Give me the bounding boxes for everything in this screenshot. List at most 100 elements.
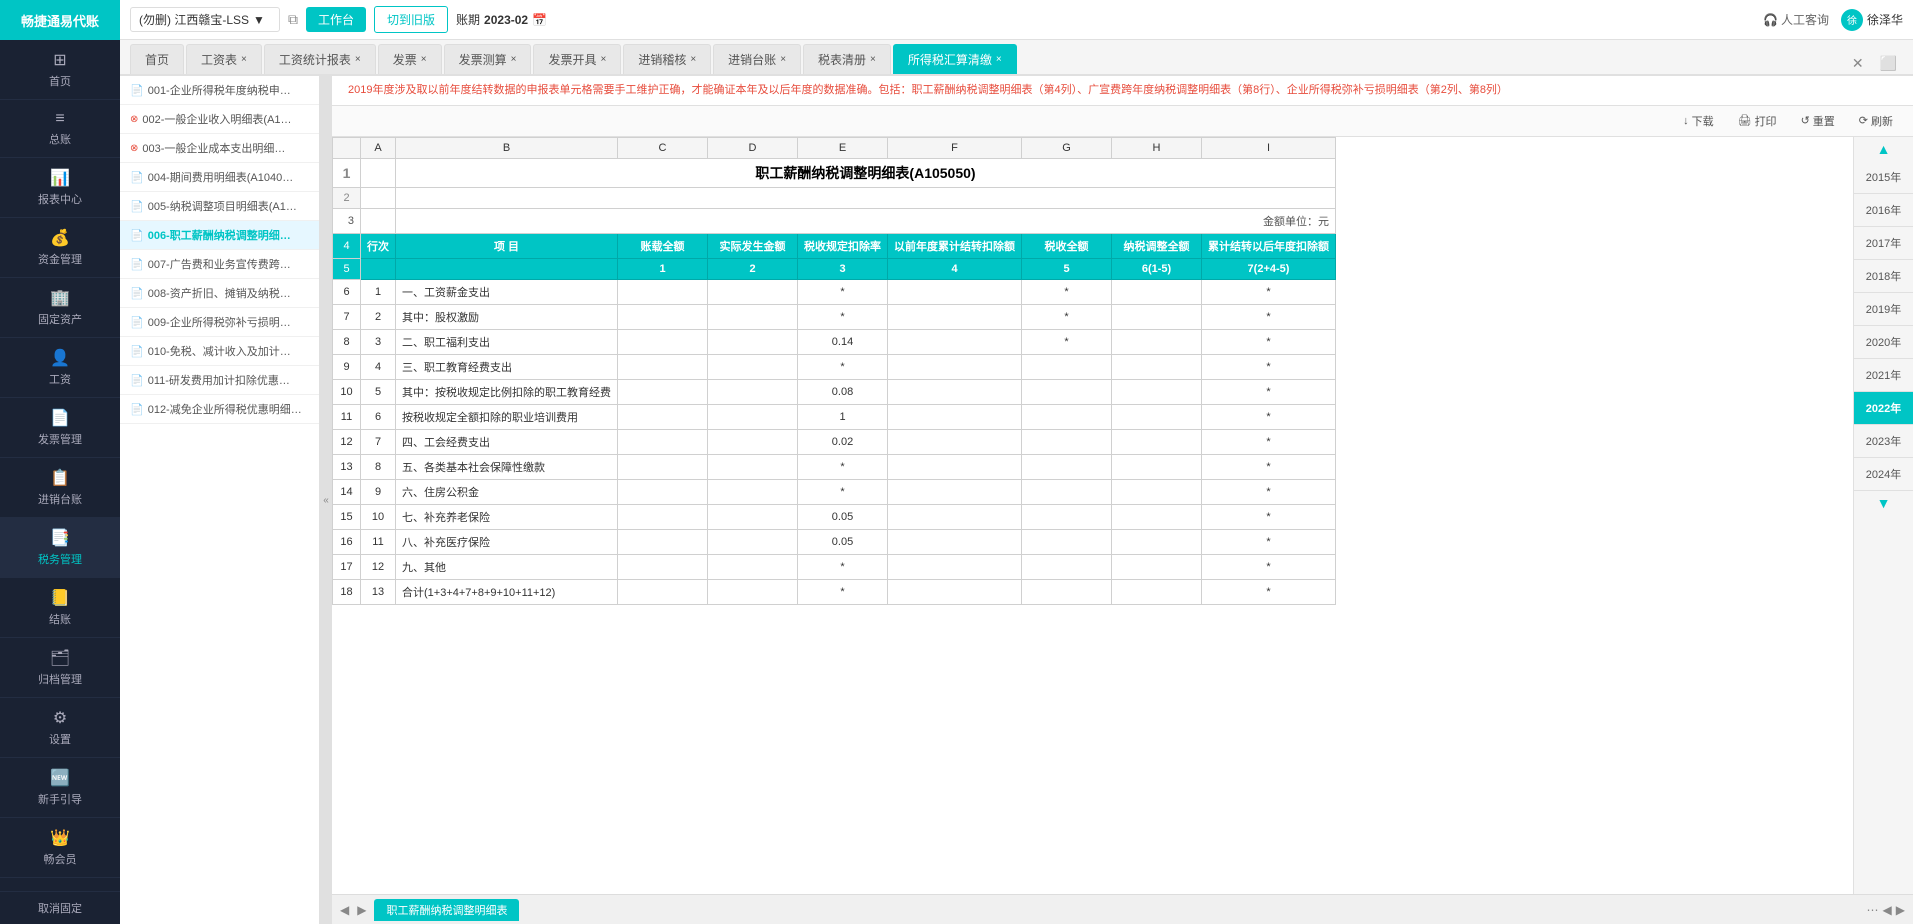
- file-tree-item-003[interactable]: ⊗ 003-一般企业成本支出明细…: [120, 134, 319, 163]
- tab-close-icon[interactable]: ×: [996, 54, 1002, 65]
- row-h-cell[interactable]: [1112, 404, 1202, 429]
- sidebar-item-invoice[interactable]: 📄 发票管理: [0, 398, 120, 458]
- year-item-2019[interactable]: 2019年: [1854, 293, 1913, 326]
- row-d-cell[interactable]: [708, 329, 798, 354]
- row-f-cell[interactable]: [888, 554, 1022, 579]
- copy-icon[interactable]: ⧉: [288, 11, 298, 28]
- sidebar-item-ledger[interactable]: ≡ 总账: [0, 100, 120, 158]
- file-tree-item-007[interactable]: 📄 007-广告费和业务宣传费跨…: [120, 250, 319, 279]
- row-h-cell[interactable]: [1112, 354, 1202, 379]
- sidebar-item-funds[interactable]: 💰 资金管理: [0, 218, 120, 278]
- year-scroll-up[interactable]: ▲: [1873, 137, 1895, 161]
- row-c-cell[interactable]: [618, 354, 708, 379]
- year-scroll-down[interactable]: ▼: [1873, 491, 1895, 515]
- row-d-cell[interactable]: [708, 379, 798, 404]
- tree-collapse-arrow[interactable]: «: [320, 76, 332, 924]
- sidebar-unpin[interactable]: 取消固定: [0, 891, 120, 924]
- tab-tax-table[interactable]: 税表清册 ×: [803, 44, 891, 74]
- row-c-cell[interactable]: [618, 404, 708, 429]
- row-h-cell[interactable]: [1112, 304, 1202, 329]
- row-d-cell[interactable]: [708, 404, 798, 429]
- sidebar-item-close-period[interactable]: 📒 结账: [0, 578, 120, 638]
- row-c-cell[interactable]: [618, 579, 708, 604]
- tab-close-icon[interactable]: ×: [241, 54, 247, 65]
- file-tree-item-002[interactable]: ⊗ 002-一般企业收入明细表(A1…: [120, 105, 319, 134]
- tab-close-icon[interactable]: ×: [600, 54, 606, 65]
- sidebar-item-archive[interactable]: 🗂 归档管理: [0, 638, 120, 698]
- sidebar-item-member[interactable]: 👑 畅会员: [0, 818, 120, 878]
- row-c-cell[interactable]: [618, 504, 708, 529]
- row-d-cell[interactable]: [708, 454, 798, 479]
- tab-purchase-ledger[interactable]: 进销台账 ×: [713, 44, 801, 74]
- row-f-cell[interactable]: [888, 404, 1022, 429]
- download-button[interactable]: ↓ 下载: [1675, 110, 1722, 132]
- sidebar-item-purchase-sales[interactable]: 📋 进销台账: [0, 458, 120, 518]
- file-tree-item-012[interactable]: 📄 012-减免企业所得税优惠明细…: [120, 395, 319, 424]
- row-d-cell[interactable]: [708, 354, 798, 379]
- tab-close-icon[interactable]: ×: [870, 54, 876, 65]
- sheet-scroll-right[interactable]: ▶: [1896, 903, 1905, 917]
- sidebar-item-payroll[interactable]: 👤 工资: [0, 338, 120, 398]
- row-c-cell[interactable]: [618, 454, 708, 479]
- row-c-cell[interactable]: [618, 329, 708, 354]
- year-item-2016[interactable]: 2016年: [1854, 194, 1913, 227]
- tab-close-icon[interactable]: ×: [780, 54, 786, 65]
- sheet-nav-next[interactable]: ▶: [357, 903, 366, 917]
- tab-invoice-issue[interactable]: 发票开具 ×: [533, 44, 621, 74]
- row-f-cell[interactable]: [888, 454, 1022, 479]
- row-c-cell[interactable]: [618, 529, 708, 554]
- row-d-cell[interactable]: [708, 579, 798, 604]
- file-tree-item-010[interactable]: 📄 010-免税、减计收入及加计…: [120, 337, 319, 366]
- year-item-2017[interactable]: 2017年: [1854, 227, 1913, 260]
- row-d-cell[interactable]: [708, 479, 798, 504]
- year-item-2020[interactable]: 2020年: [1854, 326, 1913, 359]
- tab-close-icon[interactable]: ×: [355, 54, 361, 65]
- row-f-cell[interactable]: [888, 304, 1022, 329]
- sidebar-item-settings[interactable]: ⚙ 设置: [0, 698, 120, 758]
- sheet-options-icon[interactable]: ⋯: [1867, 903, 1879, 917]
- tab-home[interactable]: 首页: [130, 44, 184, 74]
- tab-expand[interactable]: ⬜: [1874, 53, 1903, 74]
- row-f-cell[interactable]: [888, 329, 1022, 354]
- row-c-cell[interactable]: [618, 304, 708, 329]
- year-item-2021[interactable]: 2021年: [1854, 359, 1913, 392]
- year-item-2018[interactable]: 2018年: [1854, 260, 1913, 293]
- file-tree-item-008[interactable]: 📄 008-资产折旧、摊销及纳税…: [120, 279, 319, 308]
- tab-close-icon[interactable]: ×: [690, 54, 696, 65]
- row-c-cell[interactable]: [618, 429, 708, 454]
- switch-version-button[interactable]: 切到旧版: [374, 6, 448, 33]
- row-f-cell[interactable]: [888, 479, 1022, 504]
- company-selector[interactable]: (勿删) 江西赣宝-LSS ▼: [130, 7, 280, 32]
- reset-button[interactable]: ↺ 重置: [1793, 110, 1843, 132]
- row-f-cell[interactable]: [888, 354, 1022, 379]
- tab-invoice-calc[interactable]: 发票测算 ×: [444, 44, 532, 74]
- tab-payroll-stats[interactable]: 工资统计报表 ×: [264, 44, 376, 74]
- sheet-scroll-left[interactable]: ◀: [1883, 903, 1892, 917]
- row-c-cell[interactable]: [618, 479, 708, 504]
- row-h-cell[interactable]: [1112, 379, 1202, 404]
- row-d-cell[interactable]: [708, 529, 798, 554]
- row-h-cell[interactable]: [1112, 279, 1202, 304]
- tab-invoice[interactable]: 发票 ×: [378, 44, 442, 74]
- file-tree-item-001[interactable]: 📄 001-企业所得税年度纳税申…: [120, 76, 319, 105]
- tab-purchase-verify[interactable]: 进销稽核 ×: [623, 44, 711, 74]
- calendar-icon[interactable]: 📅: [532, 13, 547, 27]
- row-h-cell[interactable]: [1112, 479, 1202, 504]
- year-item-2015[interactable]: 2015年: [1854, 161, 1913, 194]
- tab-payroll[interactable]: 工资表 ×: [186, 44, 262, 74]
- sidebar-item-guide[interactable]: 🆕 新手引导: [0, 758, 120, 818]
- row-f-cell[interactable]: [888, 379, 1022, 404]
- row-d-cell[interactable]: [708, 304, 798, 329]
- year-item-2024[interactable]: 2024年: [1854, 458, 1913, 491]
- file-tree-item-004[interactable]: 📄 004-期间费用明细表(A1040…: [120, 163, 319, 192]
- sidebar-item-tax[interactable]: 📑 税务管理: [0, 518, 120, 578]
- refresh-button[interactable]: ⟳ 刷新: [1851, 110, 1901, 132]
- sheet-nav-prev[interactable]: ◀: [340, 903, 349, 917]
- year-item-2022[interactable]: 2022年: [1854, 392, 1913, 425]
- workspace-button[interactable]: 工作台: [306, 7, 366, 32]
- tab-close-all[interactable]: ✕: [1846, 53, 1870, 74]
- file-tree-item-005[interactable]: 📄 005-纳税调整项目明细表(A1…: [120, 192, 319, 221]
- row-c-cell[interactable]: [618, 279, 708, 304]
- row-h-cell[interactable]: [1112, 529, 1202, 554]
- row-f-cell[interactable]: [888, 529, 1022, 554]
